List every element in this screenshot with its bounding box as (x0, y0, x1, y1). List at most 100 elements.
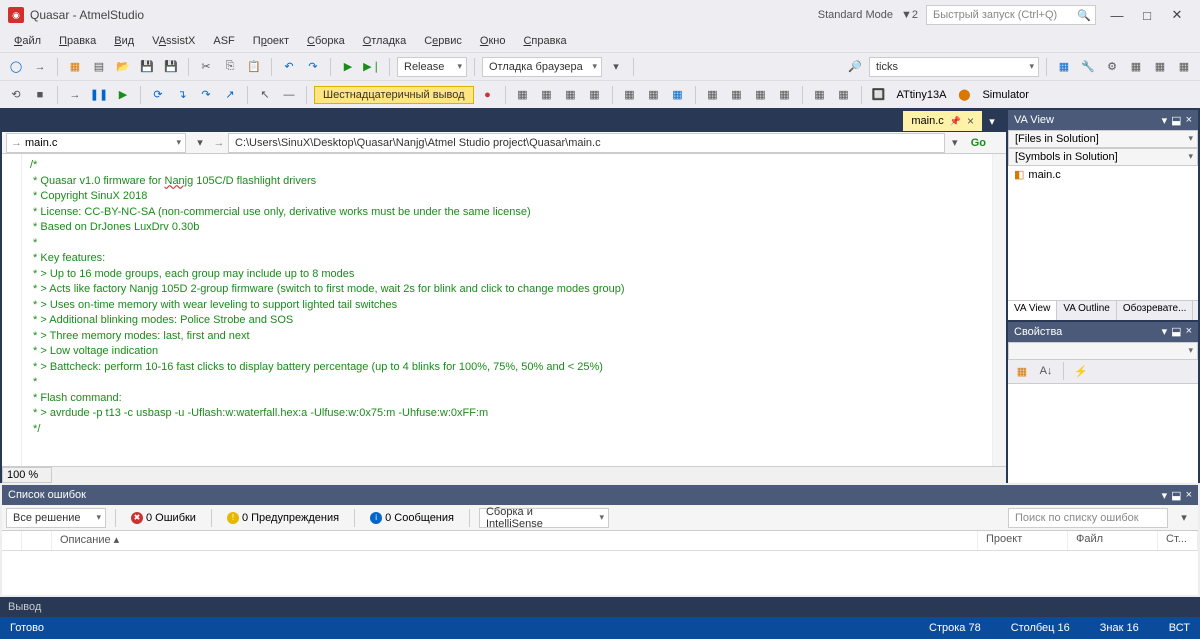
dbg-f-icon[interactable]: ▦ (644, 85, 664, 105)
go-button[interactable]: Go (965, 137, 992, 149)
reset-icon[interactable]: ⟲ (6, 85, 26, 105)
menu-debug[interactable]: Отладка (355, 33, 415, 49)
quick-launch-input[interactable]: Быстрый запуск (Ctrl+Q) 🔍 (926, 5, 1096, 25)
funnel-icon[interactable]: ▼2 (901, 9, 918, 21)
tb-icon-f[interactable]: ▦ (1174, 57, 1194, 77)
config-combo[interactable]: Release (397, 57, 467, 77)
tb-icon-e[interactable]: ▦ (1150, 57, 1170, 77)
step-over-icon[interactable]: ↷ (196, 85, 216, 105)
nav-back-icon[interactable]: ◯ (6, 57, 26, 77)
run-icon[interactable]: ▶ (338, 57, 358, 77)
panel-close-icon[interactable]: × (1186, 489, 1192, 502)
tb-icon-b[interactable]: 🔧 (1078, 57, 1098, 77)
panel-close-icon[interactable]: × (1186, 114, 1192, 127)
warnings-filter-button[interactable]: !0 Предупреждения (221, 510, 345, 526)
continue-icon[interactable]: ▶ (113, 85, 133, 105)
error-search-input[interactable]: Поиск по списку ошибок (1008, 508, 1168, 528)
cursor-icon[interactable]: ↖ (255, 85, 275, 105)
stop-icon[interactable]: ■ (30, 85, 50, 105)
subtab-va-view[interactable]: VA View (1008, 301, 1057, 320)
file-path-input[interactable]: C:\Users\SinuX\Desktop\Quasar\Nanjg\Atme… (228, 133, 945, 153)
col-icon[interactable] (2, 531, 22, 550)
tb-icon-a[interactable]: ▦ (1054, 57, 1074, 77)
h-scrollbar[interactable]: 100 % (2, 466, 1006, 483)
menu-edit[interactable]: Правка (51, 33, 104, 49)
menu-asf[interactable]: ASF (205, 33, 242, 49)
panel-menu-icon[interactable]: ▾ (1162, 325, 1168, 338)
menu-project[interactable]: Проект (245, 33, 297, 49)
col-description[interactable]: Описание ▴ (52, 531, 978, 550)
save-icon[interactable]: 💾 (137, 57, 157, 77)
new-file-icon[interactable]: ▤ (89, 57, 109, 77)
menu-help[interactable]: Справка (515, 33, 574, 49)
browser-dropdown-icon[interactable]: ▾ (606, 57, 626, 77)
find-icon[interactable]: 🔎 (845, 57, 865, 77)
maximize-button[interactable]: □ (1132, 4, 1162, 26)
error-scope-combo[interactable]: Все решение (6, 508, 106, 528)
copy-icon[interactable]: ⎘ (220, 57, 240, 77)
errors-filter-button[interactable]: ✖0 Ошибки (125, 510, 202, 526)
step-icon[interactable]: → (65, 85, 85, 105)
tool-label[interactable]: Simulator (978, 89, 1032, 101)
chip-icon[interactable]: 🔲 (869, 85, 889, 105)
subtab-va-outline[interactable]: VA Outline (1057, 301, 1117, 320)
tab-main-c[interactable]: main.c 📌 × (903, 111, 982, 131)
device-label[interactable]: ATtiny13A (893, 89, 951, 101)
code-text[interactable]: /* * Quasar v1.0 firmware for Nanjg 105C… (22, 154, 992, 466)
properties-object-combo[interactable] (1008, 342, 1198, 360)
restart-icon[interactable]: ⟳ (148, 85, 168, 105)
col-code[interactable] (22, 531, 52, 550)
menu-vassistx[interactable]: VAssistX (144, 33, 203, 49)
dbg-e-icon[interactable]: ▦ (620, 85, 640, 105)
undo-icon[interactable]: ↶ (279, 57, 299, 77)
dbg-l-icon[interactable]: ▦ (810, 85, 830, 105)
menu-view[interactable]: Вид (106, 33, 142, 49)
hex-output-button[interactable]: Шестнадцатеричный вывод (314, 86, 474, 104)
dbg-c-icon[interactable]: ▦ (561, 85, 581, 105)
categorized-icon[interactable]: ▦ (1012, 361, 1032, 381)
menu-build[interactable]: Сборка (299, 33, 353, 49)
dbg-b-icon[interactable]: ▦ (537, 85, 557, 105)
dbg-g-icon[interactable]: ▦ (668, 85, 688, 105)
tb-icon-d[interactable]: ▦ (1126, 57, 1146, 77)
step-out-icon[interactable]: ↗ (220, 85, 240, 105)
tool-icon[interactable]: ⬤ (954, 85, 974, 105)
panel-pin-icon[interactable]: ⬓ (1171, 325, 1181, 338)
menu-window[interactable]: Окно (472, 33, 514, 49)
pin-icon[interactable]: 📌 (950, 116, 961, 127)
alphabetical-icon[interactable]: A↓ (1036, 361, 1056, 381)
menu-file[interactable]: Файл (6, 33, 49, 49)
file-scope-combo[interactable]: main.c (6, 133, 186, 153)
tb-icon-c[interactable]: ⚙ (1102, 57, 1122, 77)
close-button[interactable]: ✕ (1162, 4, 1192, 26)
panel-pin-icon[interactable]: ⬓ (1171, 114, 1181, 127)
dbg-i-icon[interactable]: ▦ (727, 85, 747, 105)
build-intellisense-combo[interactable]: Сборка и IntelliSense (479, 508, 609, 528)
col-file[interactable]: Файл (1068, 531, 1158, 550)
path-dropdown-icon[interactable]: ▾ (945, 133, 965, 153)
zoom-combo[interactable]: 100 % (2, 467, 52, 483)
minimize-button[interactable]: ― (1102, 4, 1132, 26)
prop-events-icon[interactable]: ⚡ (1071, 361, 1091, 381)
panel-pin-icon[interactable]: ⬓ (1171, 489, 1181, 502)
redo-icon[interactable]: ↷ (303, 57, 323, 77)
search-combo[interactable]: ticks (869, 57, 1039, 77)
panel-close-icon[interactable]: × (1186, 325, 1192, 338)
panel-menu-icon[interactable]: ▾ (1162, 489, 1168, 502)
open-icon[interactable]: 📂 (113, 57, 133, 77)
dbg-h-icon[interactable]: ▦ (703, 85, 723, 105)
col-line[interactable]: Ст... (1158, 531, 1198, 550)
files-in-solution-combo[interactable]: [Files in Solution] (1008, 130, 1198, 148)
output-panel-header[interactable]: Вывод (0, 597, 1200, 617)
dbg-j-icon[interactable]: ▦ (751, 85, 771, 105)
dbg-a-icon[interactable]: ▦ (513, 85, 533, 105)
debug-browser-combo[interactable]: Отладка браузера (482, 57, 602, 77)
tab-close-icon[interactable]: × (967, 114, 974, 128)
cut-icon[interactable]: ✂ (196, 57, 216, 77)
dbg-d-icon[interactable]: ▦ (585, 85, 605, 105)
save-all-icon[interactable]: 💾 (161, 57, 181, 77)
paste-icon[interactable]: 📋 (244, 57, 264, 77)
dbg-k-icon[interactable]: ▦ (775, 85, 795, 105)
file-item-main-c[interactable]: ◧ main.c (1008, 166, 1198, 183)
nav-fwd-icon[interactable]: → (30, 57, 50, 77)
